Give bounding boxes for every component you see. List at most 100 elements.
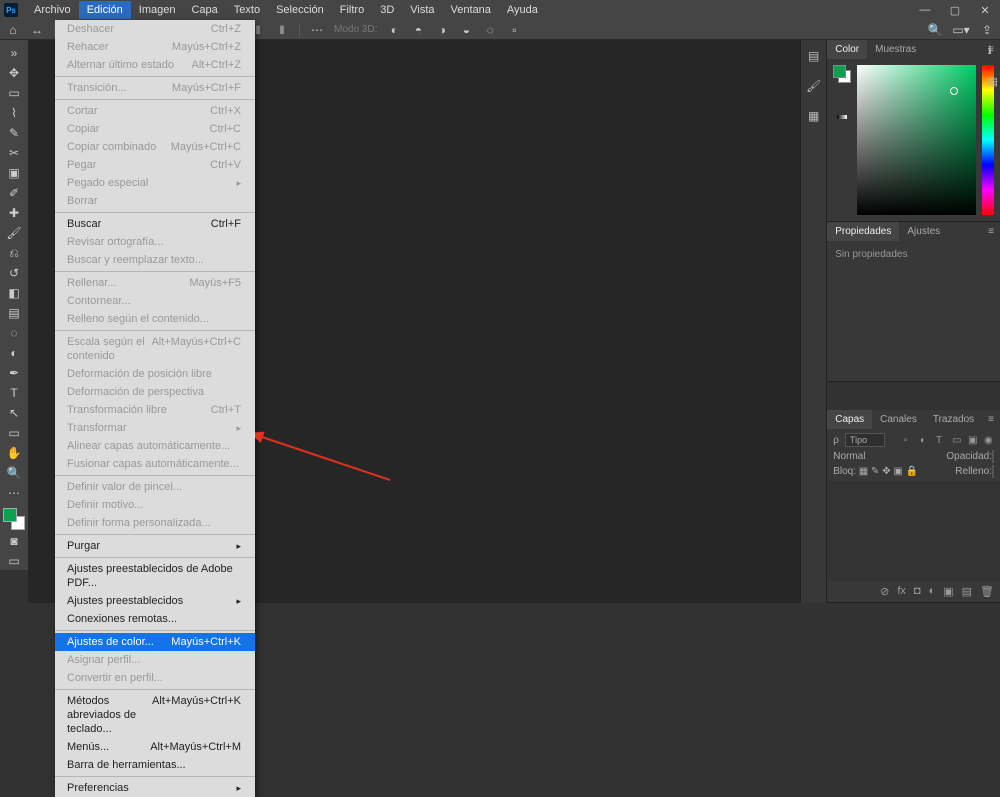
lock-artboard-icon[interactable]: ▣ [893,466,902,477]
libraries-panel-icon[interactable]: ▤ [988,75,998,88]
filter-shape-icon[interactable]: ▭ [952,435,962,445]
menu-item[interactable]: Barra de herramientas... [55,756,255,774]
eraser-tool[interactable]: ◧ [3,284,25,302]
history-brush-tool[interactable]: ↺ [3,264,25,282]
tab-paths[interactable]: Trazados [925,410,982,429]
menu-ventana[interactable]: Ventana [443,1,499,19]
gradient-tool[interactable]: ▤ [3,304,25,322]
lock-all-icon[interactable]: 🔒 [906,466,918,477]
lock-position-icon[interactable]: ✥ [882,466,890,477]
maximize-button[interactable]: ▢ [940,1,970,20]
lasso-tool[interactable]: ⌇ [3,104,25,122]
blur-tool[interactable]: ◌ [3,324,25,342]
menu-texto[interactable]: Texto [226,1,268,19]
layer-mask-icon[interactable]: ◘ [914,585,921,598]
3d-scale-icon[interactable]: ▫ [507,23,521,37]
color-field[interactable] [857,65,976,215]
healing-tool[interactable]: ✚ [3,204,25,222]
menu-item[interactable]: Ajustes preestablecidos [55,592,255,610]
path-select-tool[interactable]: ↖ [3,404,25,422]
group-icon[interactable]: ▣ [943,585,953,598]
menu-item[interactable]: Menús...Alt+Mayús+Ctrl+M [55,738,255,756]
menu-filtro[interactable]: Filtro [332,1,372,19]
opacity-field[interactable] [992,450,994,463]
shape-tool[interactable]: ▭ [3,424,25,442]
distribute-icon[interactable]: ‖ [275,23,289,37]
panel-menu-icon[interactable]: ≡ [982,222,1000,241]
text-tool[interactable]: T [3,384,25,402]
menu-imagen[interactable]: Imagen [131,1,184,19]
more-icon[interactable]: ⋯ [310,23,324,37]
zoom-tool[interactable]: 🔍 [3,464,25,482]
color-swatch-pair[interactable] [833,65,851,83]
fill-field[interactable] [992,465,994,478]
menu-capa[interactable]: Capa [183,1,225,19]
close-button[interactable]: ✕ [970,1,1000,20]
menu-item[interactable]: Purgar [55,537,255,555]
marquee-tool[interactable]: ▭ [3,84,25,102]
menu-ayuda[interactable]: Ayuda [499,1,546,19]
new-layer-icon[interactable]: ▤ [962,585,972,598]
filter-smart-icon[interactable]: ▣ [968,435,978,445]
arrow-left-icon[interactable]: ↔ [30,23,44,37]
move-tool[interactable]: ✥ [3,64,25,82]
adjustment-layer-icon[interactable]: ◐ [929,585,936,598]
3d-orbit-icon[interactable]: ◐ [387,23,401,37]
menu-archivo[interactable]: Archivo [26,1,79,19]
link-layers-icon[interactable]: ⊘ [880,585,889,598]
filter-text-icon[interactable]: T [936,435,946,445]
foreground-background-swatch[interactable] [3,508,25,530]
layer-fx-icon[interactable]: fx [897,585,906,598]
info-panel-icon[interactable]: ℹ [988,44,998,57]
panel-menu-icon[interactable]: ≡ [982,410,1000,429]
quickmask-tool[interactable]: ◙ [3,532,25,550]
frame-tool[interactable]: ▣ [3,164,25,182]
menu-vista[interactable]: Vista [402,1,442,19]
tab-properties[interactable]: Propiedades [827,222,899,241]
tab-layers[interactable]: Capas [827,410,872,429]
minimize-button[interactable]: — [910,1,940,20]
filter-toggle-icon[interactable]: ◉ [984,435,994,445]
collapse-icon[interactable]: » [3,44,25,62]
menu-item[interactable]: Ajustes preestablecidos de Adobe PDF... [55,560,255,592]
lock-pixels-icon[interactable]: ✎ [871,466,879,477]
3d-pan-icon[interactable]: ◑ [435,23,449,37]
dodge-tool[interactable]: ◐ [3,344,25,362]
history-panel-icon[interactable]: ▤ [806,48,822,64]
3d-slide-icon[interactable]: ◒ [459,23,473,37]
swatches-panel-icon[interactable]: ▦ [806,108,822,124]
tab-swatches[interactable]: Muestras [867,40,924,59]
menu-edición[interactable]: Edición [79,1,131,19]
toolbar-edit-icon[interactable]: ⋯ [3,484,25,502]
delete-layer-icon[interactable]: 🗑 [980,585,994,598]
menu-3d[interactable]: 3D [372,1,402,19]
search-icon[interactable]: 🔍 [928,23,942,37]
color-picker-cursor[interactable] [950,87,958,95]
foreground-color-swatch[interactable] [3,508,17,522]
menu-item[interactable]: Métodos abreviados de teclado...Alt+Mayú… [55,692,255,738]
tab-adjustments[interactable]: Ajustes [899,222,948,241]
tab-color[interactable]: Color [827,40,867,59]
share-icon[interactable]: ⇪ [980,23,994,37]
eyedropper-tool[interactable]: ✐ [3,184,25,202]
pen-tool[interactable]: ✒ [3,364,25,382]
menu-item[interactable]: BuscarCtrl+F [55,215,255,233]
layer-list[interactable] [827,481,1000,581]
filter-adjust-icon[interactable]: ◐ [920,435,930,445]
menu-item[interactable]: Ajustes de color...Mayús+Ctrl+K [55,633,255,651]
brush-tool[interactable]: 🖌 [3,224,25,242]
workspace-switcher-icon[interactable]: ▭▾ [954,23,968,37]
filter-pixel-icon[interactable]: ▫ [904,435,914,445]
stamp-tool[interactable]: ⎌ [3,244,25,262]
brush-panel-icon[interactable]: 🖌 [806,78,822,94]
3d-roll-icon[interactable]: ◓ [411,23,425,37]
menu-item[interactable]: Conexiones remotas... [55,610,255,628]
crop-tool[interactable]: ✂ [3,144,25,162]
layer-kind-select[interactable]: Tipo [845,433,885,447]
menu-selección[interactable]: Selección [268,1,332,19]
tab-channels[interactable]: Canales [872,410,925,429]
menu-item[interactable]: Preferencias [55,779,255,797]
3d-zoom-icon[interactable]: ◌ [483,23,497,37]
hand-tool[interactable]: ✋ [3,444,25,462]
home-icon[interactable]: ⌂ [6,23,20,37]
